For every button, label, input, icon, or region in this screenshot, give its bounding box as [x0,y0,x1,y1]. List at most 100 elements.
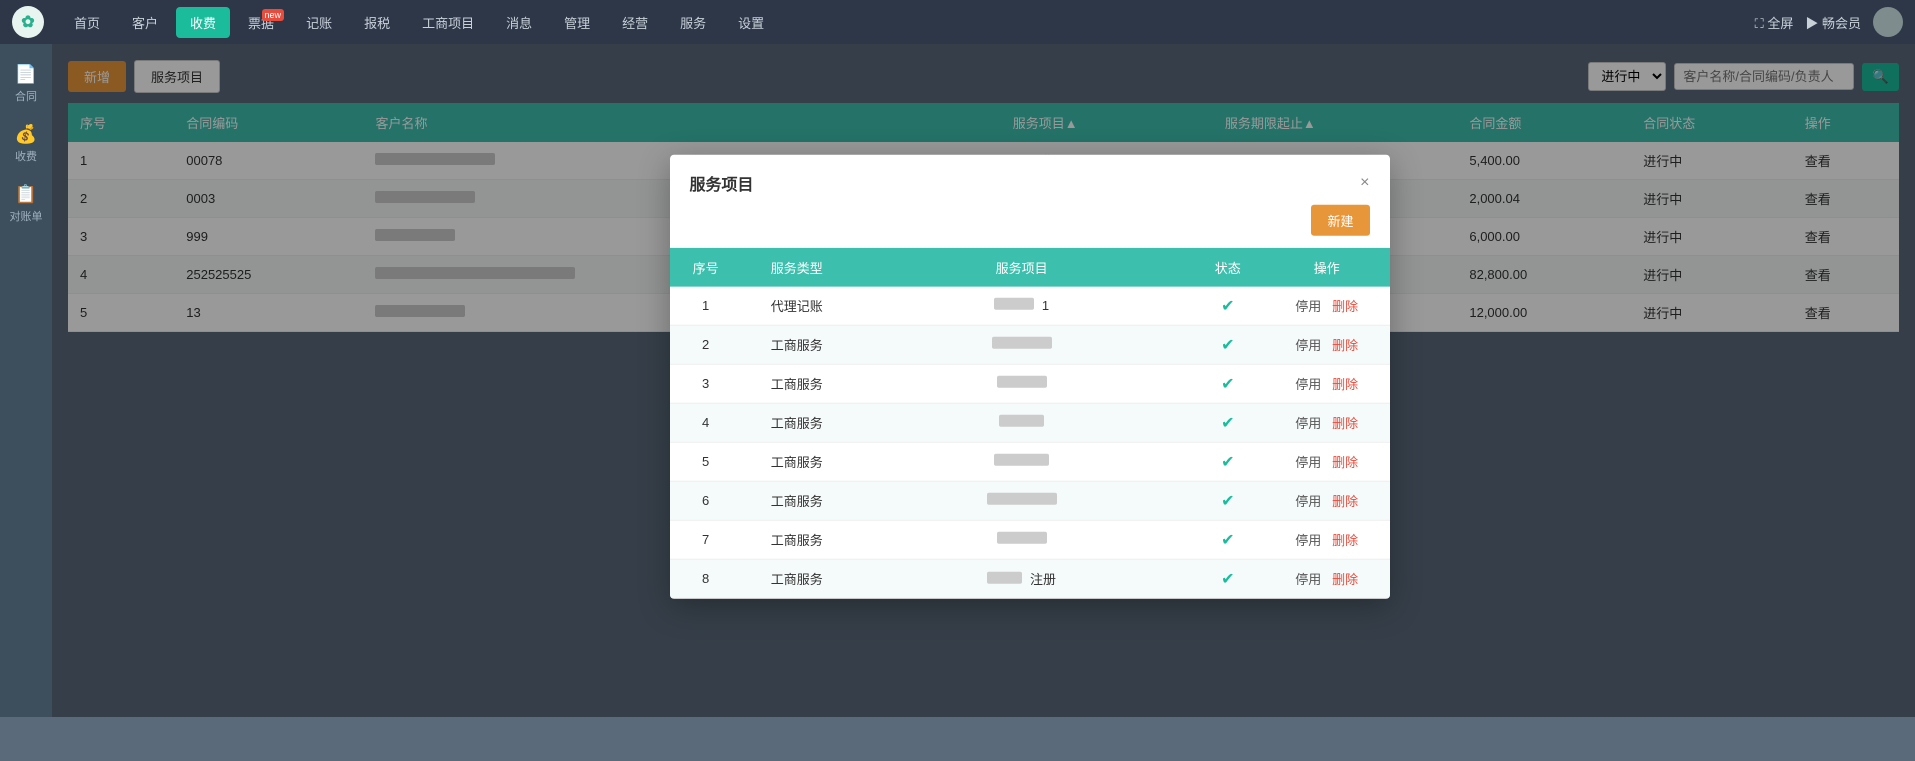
fullscreen-btn[interactable]: ⛶ 全屏 [1755,13,1794,32]
stop-button[interactable]: 停用 [1295,533,1321,548]
stop-button[interactable]: 停用 [1295,377,1321,392]
stop-button[interactable]: 停用 [1295,455,1321,470]
nav-fee[interactable]: 收费 [176,7,230,38]
mth-status: 状态 [1192,247,1264,286]
modal-toolbar: 新建 [670,204,1390,247]
delete-button[interactable]: 删除 [1332,338,1358,353]
mtd-item [852,520,1192,559]
mtd-status: ✔ [1192,520,1264,559]
mtd-item [852,481,1192,520]
delete-button[interactable]: 删除 [1332,299,1358,314]
stop-button[interactable]: 停用 [1295,572,1321,587]
mtd-status: ✔ [1192,559,1264,598]
mtd-type: 工商服务 [742,325,852,364]
mtd-ops: 停用 删除 [1264,520,1390,559]
delete-button[interactable]: 删除 [1332,533,1358,548]
mtd-index: 6 [670,481,742,520]
mtd-status: ✔ [1192,364,1264,403]
logo-text: ✿ [21,12,34,32]
mtd-type: 工商服务 [742,520,852,559]
nav-business[interactable]: 工商项目 [408,7,488,38]
nav-right: ⛶ 全屏 ▶ 畅会员 [1755,7,1903,37]
modal-header: 服务项目 × [670,154,1390,204]
modal-table-row: 8 工商服务 注册 ✔ 停用 删除 [670,559,1390,598]
nav-settings[interactable]: 设置 [724,7,778,38]
nav-service[interactable]: 服务 [666,7,720,38]
mtd-ops: 停用 删除 [1264,442,1390,481]
sidebar-item-contract[interactable]: 📄 合同 [4,56,48,112]
service-items-table: 序号 服务类型 服务项目 状态 操作 1 代理记账 1 ✔ [670,247,1390,598]
mtd-index: 3 [670,364,742,403]
mtd-index: 1 [670,286,742,325]
mth-index: 序号 [670,247,742,286]
mtd-type: 工商服务 [742,559,852,598]
member-btn[interactable]: ▶ 畅会员 [1805,13,1861,32]
delete-button[interactable]: 删除 [1332,416,1358,431]
mtd-item: 注册 [852,559,1192,598]
stop-button[interactable]: 停用 [1295,416,1321,431]
modal-table-row: 6 工商服务 ✔ 停用 删除 [670,481,1390,520]
mth-type: 服务类型 [742,247,852,286]
delete-button[interactable]: 删除 [1332,455,1358,470]
modal-body: 序号 服务类型 服务项目 状态 操作 1 代理记账 1 ✔ [670,247,1390,598]
stop-button[interactable]: 停用 [1295,494,1321,509]
modal-new-button[interactable]: 新建 [1311,204,1369,235]
modal-table-header: 序号 服务类型 服务项目 状态 操作 [670,247,1390,286]
service-items-modal: 服务项目 × 新建 序号 服务类型 服务项目 状态 操作 1 代理记账 [670,154,1390,598]
mtd-item [852,442,1192,481]
sidebar-item-statement[interactable]: 📋 对账单 [4,176,48,232]
stop-button[interactable]: 停用 [1295,299,1321,314]
app-logo: ✿ [12,6,44,38]
new-badge: new [262,9,285,21]
status-active-icon: ✔ [1221,453,1234,470]
mtd-ops: 停用 删除 [1264,325,1390,364]
sidebar-item-fee[interactable]: 💰 收费 [4,116,48,172]
mtd-type: 工商服务 [742,442,852,481]
mtd-ops: 停用 删除 [1264,403,1390,442]
nav-message[interactable]: 消息 [492,7,546,38]
mtd-status: ✔ [1192,403,1264,442]
sidebar-label-contract: 合同 [15,88,37,104]
nav-client[interactable]: 客户 [118,7,172,38]
mtd-index: 2 [670,325,742,364]
status-active-icon: ✔ [1221,297,1234,314]
mtd-index: 4 [670,403,742,442]
status-active-icon: ✔ [1221,336,1234,353]
mtd-ops: 停用 删除 [1264,481,1390,520]
mth-item: 服务项目 [852,247,1192,286]
stop-button[interactable]: 停用 [1295,338,1321,353]
mtd-status: ✔ [1192,286,1264,325]
modal-table-row: 3 工商服务 ✔ 停用 删除 [670,364,1390,403]
modal-table-row: 5 工商服务 ✔ 停用 删除 [670,442,1390,481]
nav-operations[interactable]: 经营 [608,7,662,38]
mtd-index: 8 [670,559,742,598]
modal-table-row: 7 工商服务 ✔ 停用 删除 [670,520,1390,559]
modal-table-row: 4 工商服务 ✔ 停用 删除 [670,403,1390,442]
status-active-icon: ✔ [1221,531,1234,548]
modal-table-row: 2 工商服务 ✔ 停用 删除 [670,325,1390,364]
mtd-status: ✔ [1192,481,1264,520]
modal-close-button[interactable]: × [1360,173,1369,191]
mtd-status: ✔ [1192,325,1264,364]
mtd-item [852,364,1192,403]
nav-admin[interactable]: 管理 [550,7,604,38]
statement-icon: 📋 [15,184,37,205]
avatar[interactable] [1873,7,1903,37]
fee-icon: 💰 [15,124,37,145]
mtd-type: 工商服务 [742,481,852,520]
nav-bookkeeping[interactable]: 记账 [292,7,346,38]
sidebar-label-statement: 对账单 [10,208,43,224]
nav-invoice[interactable]: 票据 new [234,7,288,38]
delete-button[interactable]: 删除 [1332,494,1358,509]
contract-icon: 📄 [15,64,37,85]
mtd-item: 1 [852,286,1192,325]
mtd-ops: 停用 删除 [1264,364,1390,403]
delete-button[interactable]: 删除 [1332,572,1358,587]
status-active-icon: ✔ [1221,492,1234,509]
nav-home[interactable]: 首页 [60,7,114,38]
mtd-type: 工商服务 [742,364,852,403]
nav-tax[interactable]: 报税 [350,7,404,38]
status-active-icon: ✔ [1221,375,1234,392]
delete-button[interactable]: 删除 [1332,377,1358,392]
mtd-status: ✔ [1192,442,1264,481]
